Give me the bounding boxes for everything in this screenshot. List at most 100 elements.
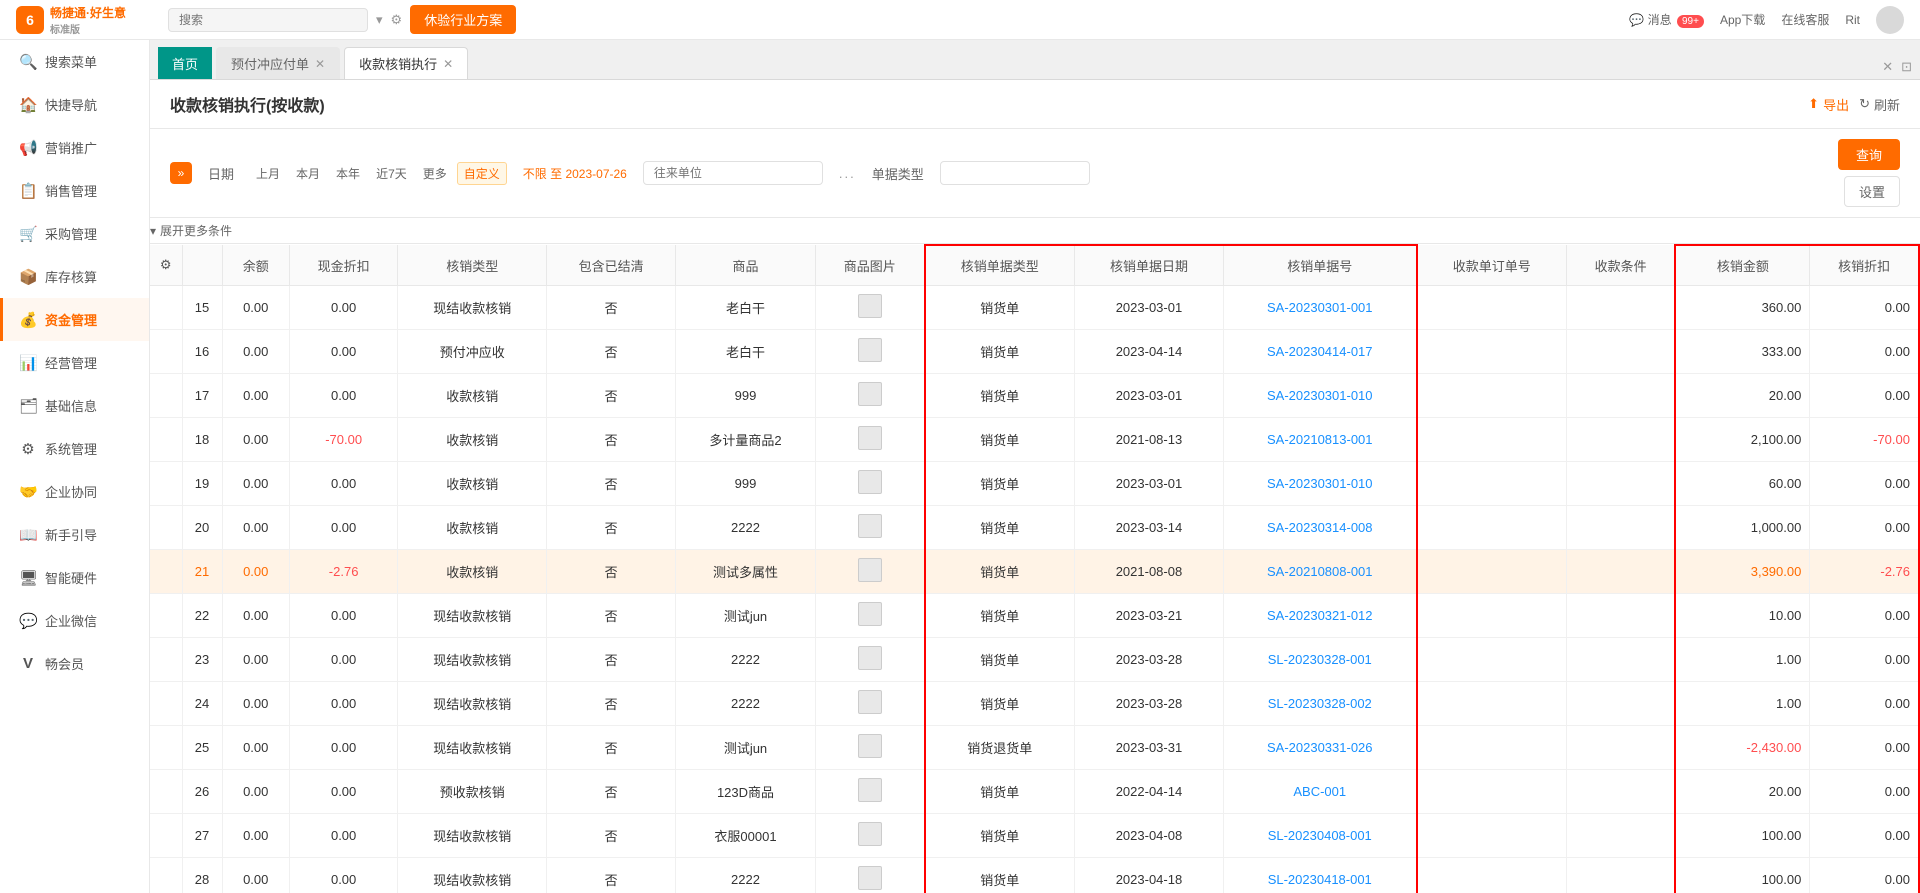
tab-close-all-icon[interactable]: ✕ bbox=[1882, 59, 1893, 75]
date-btn-more[interactable]: 更多 bbox=[417, 163, 453, 184]
cell-verify-doc-no[interactable]: SA-20230331-026 bbox=[1223, 726, 1416, 770]
query-button[interactable]: 查询 bbox=[1838, 139, 1900, 170]
cell-verify-doc-no[interactable]: SL-20230418-001 bbox=[1223, 858, 1416, 893]
date-btn-last-month[interactable]: 上月 bbox=[250, 163, 286, 184]
doc-no-link[interactable]: SA-20210813-001 bbox=[1267, 432, 1373, 447]
cell-balance: 0.00 bbox=[222, 770, 289, 814]
cell-balance: 0.00 bbox=[222, 594, 289, 638]
sidebar-item-marketing[interactable]: 📢 营销推广 bbox=[0, 126, 149, 169]
tab-prepay-close[interactable]: ✕ bbox=[315, 57, 325, 71]
sidebar-item-operations[interactable]: 📊 经营管理 bbox=[0, 341, 149, 384]
refresh-button[interactable]: ↻ 刷新 bbox=[1859, 95, 1900, 114]
doc-no-link[interactable]: SL-20230418-001 bbox=[1268, 872, 1372, 887]
cell-goods-img bbox=[816, 286, 925, 330]
cell-cash-discount: 0.00 bbox=[289, 330, 397, 374]
cell-verify-doc-type: 销货单 bbox=[925, 462, 1075, 506]
date-btn-custom[interactable]: 自定义 bbox=[457, 162, 507, 185]
sidebar-item-guide[interactable]: 📖 新手引导 bbox=[0, 513, 149, 556]
doc-no-link[interactable]: SA-20230414-017 bbox=[1267, 344, 1373, 359]
settings-icon[interactable]: ⚙ bbox=[391, 12, 403, 28]
cell-verify-discount: 0.00 bbox=[1810, 770, 1919, 814]
tab-prepay[interactable]: 预付冲应付单 ✕ bbox=[216, 47, 340, 79]
expand-conditions-btn[interactable]: ▾ 展开更多条件 bbox=[150, 222, 1920, 239]
doc-no-link[interactable]: SA-20230314-008 bbox=[1267, 520, 1373, 535]
sidebar-item-basics[interactable]: 🗂 基础信息 bbox=[0, 384, 149, 427]
doc-no-link[interactable]: SA-20230301-010 bbox=[1267, 388, 1373, 403]
refresh-icon: ↻ bbox=[1859, 96, 1870, 112]
cell-settings bbox=[150, 418, 182, 462]
sidebar-item-hardware[interactable]: 🖥 智能硬件 bbox=[0, 556, 149, 599]
sidebar-item-finance[interactable]: 💰 资金管理 bbox=[0, 298, 149, 341]
doc-no-link[interactable]: ABC-001 bbox=[1293, 784, 1346, 799]
sidebar-item-wechat[interactable]: 💬 企业微信 bbox=[0, 599, 149, 642]
sidebar-item-inventory[interactable]: 📦 库存核算 bbox=[0, 255, 149, 298]
industry-btn[interactable]: 休验行业方案 bbox=[410, 5, 516, 34]
date-btn-this-month[interactable]: 本月 bbox=[290, 163, 326, 184]
export-button[interactable]: ⬆ 导出 bbox=[1808, 95, 1849, 114]
tab-expand-icon[interactable]: ⊡ bbox=[1901, 59, 1912, 75]
cell-verify-doc-no[interactable]: ABC-001 bbox=[1223, 770, 1416, 814]
cell-verify-doc-no[interactable]: SL-20230328-001 bbox=[1223, 638, 1416, 682]
cell-verify-type: 收款核销 bbox=[398, 374, 547, 418]
doc-no-link[interactable]: SL-20230408-001 bbox=[1268, 828, 1372, 843]
cell-verify-doc-no[interactable]: SL-20230408-001 bbox=[1223, 814, 1416, 858]
sidebar-item-nav[interactable]: 🏠 快捷导航 bbox=[0, 83, 149, 126]
cell-goods-img bbox=[816, 814, 925, 858]
th-settings: ⚙ bbox=[150, 245, 182, 286]
cell-verify-doc-no[interactable]: SA-20210808-001 bbox=[1223, 550, 1416, 594]
cell-verify-doc-date: 2023-03-01 bbox=[1074, 286, 1223, 330]
cell-seq: 28 bbox=[182, 858, 222, 893]
from-unit-input[interactable] bbox=[643, 161, 823, 185]
wechat-icon: 💬 bbox=[19, 612, 37, 630]
goods-image bbox=[858, 338, 882, 362]
cell-goods: 衣服00001 bbox=[676, 814, 816, 858]
cell-verify-discount: 0.00 bbox=[1810, 506, 1919, 550]
cell-settings bbox=[150, 858, 182, 893]
sidebar-item-system[interactable]: ⚙ 系统管理 bbox=[0, 427, 149, 470]
tab-home[interactable]: 首页 bbox=[158, 47, 212, 79]
doc-no-link[interactable]: SA-20230301-001 bbox=[1267, 300, 1373, 315]
tab-verify-close[interactable]: ✕ bbox=[443, 57, 453, 71]
table-container[interactable]: ⚙ 余额 现金折扣 核销类型 包含已结清 商品 商品图片 核销单据类型 核销单据… bbox=[150, 244, 1920, 893]
doc-no-link[interactable]: SL-20230328-002 bbox=[1268, 696, 1372, 711]
receipt-type-label: 单据类型 bbox=[872, 164, 924, 183]
cell-verify-type: 现结收款核销 bbox=[398, 814, 547, 858]
th-verify-type: 核销类型 bbox=[398, 245, 547, 286]
filter-expand-button[interactable]: » bbox=[170, 162, 192, 184]
cell-verify-type: 收款核销 bbox=[398, 418, 547, 462]
sidebar-item-sales[interactable]: 📋 销售管理 bbox=[0, 169, 149, 212]
dropdown-arrow[interactable]: ▾ bbox=[376, 12, 383, 28]
table-row: 210.00-2.76收款核销否测试多属性销货单2021-08-08SA-202… bbox=[150, 550, 1919, 594]
sidebar-item-search[interactable]: 🔍 搜索菜单 bbox=[0, 40, 149, 83]
app-download-btn[interactable]: App下载 bbox=[1720, 11, 1765, 28]
cell-verify-doc-no[interactable]: SA-20230321-012 bbox=[1223, 594, 1416, 638]
sidebar-item-purchase[interactable]: 🛒 采购管理 bbox=[0, 212, 149, 255]
doc-no-link[interactable]: SL-20230328-001 bbox=[1268, 652, 1372, 667]
sidebar-item-member[interactable]: V 畅会员 bbox=[0, 642, 149, 685]
date-btn-7days[interactable]: 近7天 bbox=[370, 163, 413, 184]
cell-verify-doc-no[interactable]: SA-20210813-001 bbox=[1223, 418, 1416, 462]
cell-verify-doc-no[interactable]: SA-20230301-010 bbox=[1223, 374, 1416, 418]
cell-verify-doc-no[interactable]: SL-20230328-002 bbox=[1223, 682, 1416, 726]
tab-verify[interactable]: 收款核销执行 ✕ bbox=[344, 47, 468, 79]
message-btn[interactable]: 💬 消息 99+ bbox=[1629, 11, 1704, 28]
cell-verify-doc-no[interactable]: SA-20230414-017 bbox=[1223, 330, 1416, 374]
search-input[interactable] bbox=[168, 8, 368, 32]
user-avatar[interactable] bbox=[1876, 6, 1904, 34]
cell-verify-discount: -2.76 bbox=[1810, 550, 1919, 594]
date-btn-this-year[interactable]: 本年 bbox=[330, 163, 366, 184]
sidebar-item-collab[interactable]: 🤝 企业协同 bbox=[0, 470, 149, 513]
doc-no-link[interactable]: SA-20230321-012 bbox=[1267, 608, 1373, 623]
cell-seq: 18 bbox=[182, 418, 222, 462]
doc-no-link[interactable]: SA-20230301-010 bbox=[1267, 476, 1373, 491]
online-service-btn[interactable]: 在线客服 bbox=[1781, 11, 1829, 28]
cell-verify-amount: 20.00 bbox=[1675, 374, 1809, 418]
cell-verify-type: 收款核销 bbox=[398, 462, 547, 506]
cell-verify-doc-no[interactable]: SA-20230301-010 bbox=[1223, 462, 1416, 506]
receipt-type-select[interactable] bbox=[940, 161, 1090, 185]
cell-verify-doc-no[interactable]: SA-20230314-008 bbox=[1223, 506, 1416, 550]
doc-no-link[interactable]: SA-20230331-026 bbox=[1267, 740, 1373, 755]
doc-no-link[interactable]: SA-20210808-001 bbox=[1267, 564, 1373, 579]
cell-verify-doc-no[interactable]: SA-20230301-001 bbox=[1223, 286, 1416, 330]
settings-button[interactable]: 设置 bbox=[1844, 176, 1900, 207]
